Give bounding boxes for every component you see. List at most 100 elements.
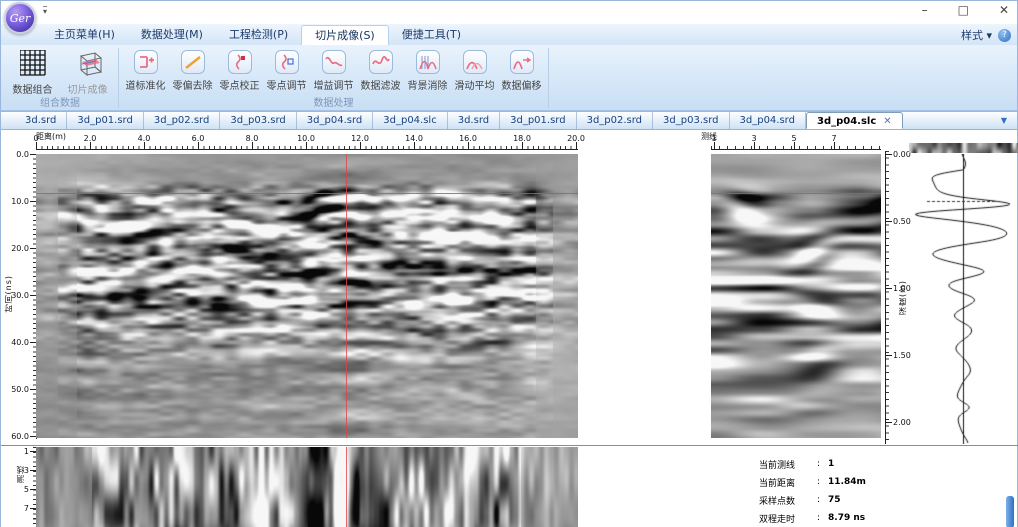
button-data-shift[interactable]: 数据偏移 <box>498 48 545 92</box>
cross-time-crosshair[interactable] <box>711 193 881 194</box>
file-tab-1[interactable]: 3d_p01.srd <box>67 112 144 129</box>
slice-cube-icon <box>73 48 103 78</box>
status-value: 8.79 ns <box>828 513 866 523</box>
title-bar: Ger ▾ – □ ✕ <box>1 1 1017 34</box>
background-remove-icon <box>415 50 440 74</box>
axis-major-tick <box>886 355 892 356</box>
axis-line <box>36 149 578 150</box>
time-slice-image[interactable] <box>36 447 578 527</box>
file-tab-active[interactable]: 3d_p04.slc ✕ <box>805 112 903 129</box>
button-label: 数据组合 <box>12 85 53 96</box>
ribbon-tab-4[interactable]: 便捷工具(T) <box>389 25 474 45</box>
axis-major-tick <box>90 142 91 149</box>
button-zero-point-correct[interactable]: 零点校正 <box>216 48 263 92</box>
ribbon-toolbar: 数据组合 切片成像 组合数据 道标准化 零偏去除 零点校正 零点调节 增益调节 数据滤波 背景消除… <box>1 45 1017 110</box>
status-colon: : <box>817 495 821 505</box>
button-zero-drift-remove[interactable]: 零偏去除 <box>169 48 216 92</box>
status-label: 双程走时 <box>759 514 796 525</box>
button-label: 道标准化 <box>125 81 166 92</box>
axis-tick-label: 5 <box>23 485 29 494</box>
ribbon-tab-1[interactable]: 数据处理(M) <box>128 25 216 45</box>
zero-drift-remove-icon <box>180 50 205 74</box>
ribbon-tab-3[interactable]: 切片成像(S) <box>301 25 389 45</box>
button-moving-average[interactable]: 滑动平均 <box>451 48 498 92</box>
main-bscan-image[interactable] <box>36 154 578 438</box>
button-label: 增益调节 <box>313 81 354 92</box>
axis-major-tick <box>522 142 523 149</box>
work-area: 距离(m) 0 2.0 4.0 6.0 8.0 10.0 12.0 14.0 16.0 18.0 2… <box>1 130 1018 527</box>
group-separator <box>548 48 549 108</box>
axis-tick-label: 7 <box>23 504 29 513</box>
file-tab-7[interactable]: 3d_p01.srd <box>500 112 577 129</box>
axis-tick-label: 1 <box>23 447 29 456</box>
minimize-button[interactable]: – <box>922 3 928 17</box>
cross-xaxis: 1357 <box>711 130 881 150</box>
quick-access-arrow-icon[interactable]: ▾ <box>43 6 48 16</box>
button-data-grid[interactable]: 数据组合 <box>5 48 60 96</box>
main-yaxis-title: 时间(ns) <box>4 275 13 313</box>
axis-major-tick <box>576 142 577 149</box>
axis-line <box>885 151 886 444</box>
file-tab-3[interactable]: 3d_p03.srd <box>220 112 297 129</box>
file-tab-9[interactable]: 3d_p03.srd <box>653 112 730 129</box>
trace-grayscale-strip <box>909 143 1018 153</box>
button-background-remove[interactable]: 背景消除 <box>404 48 451 92</box>
axis-minor-ticks <box>886 151 889 444</box>
slice-yaxis: 1357 <box>2 447 37 527</box>
chevron-down-icon: ▾ <box>986 29 992 42</box>
axis-major-tick <box>36 142 37 149</box>
ribbon-tab-2[interactable]: 工程检测(P) <box>216 25 301 45</box>
status-value: 11.84m <box>828 477 866 487</box>
status-label: 采样点数 <box>759 496 796 507</box>
axis-line <box>711 149 881 150</box>
file-tab-10[interactable]: 3d_p04.srd <box>730 112 806 129</box>
restore-button[interactable]: □ <box>958 3 969 17</box>
button-label: 背景消除 <box>407 81 448 92</box>
status-row: 双程走时:8.79 ns <box>759 509 866 527</box>
cross-section-image[interactable] <box>711 154 881 438</box>
data-filter-icon <box>368 50 393 74</box>
gain-adjust-icon <box>321 50 346 74</box>
data-shift-icon <box>509 50 534 74</box>
file-tab-0[interactable]: 3d.srd <box>15 112 68 129</box>
status-label: 当前距离 <box>759 478 796 489</box>
main-time-crosshair[interactable] <box>36 193 578 194</box>
tab-overflow-arrow-icon[interactable]: ▼ <box>1001 116 1007 125</box>
close-button[interactable]: ✕ <box>999 3 1009 17</box>
button-gain-adjust[interactable]: 增益调节 <box>310 48 357 92</box>
axis-major-tick <box>754 142 755 149</box>
ribbon-group-1: 道标准化 零偏去除 零点校正 零点调节 增益调节 数据滤波 背景消除 滑动平均 数据偏移 数据处理 <box>120 46 547 110</box>
file-tab-6[interactable]: 3d.srd <box>448 112 501 129</box>
trace-waveform[interactable] <box>909 154 1018 444</box>
status-label: 当前测线 <box>759 460 796 471</box>
axis-major-tick <box>834 142 835 149</box>
app-logo[interactable]: Ger <box>4 2 36 34</box>
vertical-scrollbar-thumb[interactable] <box>1006 496 1014 527</box>
main-distance-crosshair[interactable] <box>346 154 347 438</box>
file-tab-8[interactable]: 3d_p02.srd <box>577 112 654 129</box>
file-tab-4[interactable]: 3d_p04.srd <box>297 112 374 129</box>
file-tab-2[interactable]: 3d_p02.srd <box>144 112 221 129</box>
status-row: 采样点数:75 <box>759 491 866 509</box>
button-label: 数据滤波 <box>360 81 401 92</box>
style-button[interactable]: 样式 ▾ <box>961 27 992 43</box>
help-icon[interactable]: ? <box>998 28 1011 42</box>
button-trace-normalize[interactable]: 道标准化 <box>122 48 169 92</box>
status-panel: 当前测线:1 当前距离:11.84m 采样点数:75 双程走时:8.79 ns <box>759 455 866 527</box>
status-colon: : <box>817 459 821 469</box>
axis-tick-label: 10.0 <box>11 197 29 206</box>
tab-close-icon[interactable]: ✕ <box>883 116 891 127</box>
button-slice-cube[interactable]: 切片成像 <box>60 48 115 96</box>
file-tab-5[interactable]: 3d_p04.slc <box>373 112 448 129</box>
button-label: 切片成像 <box>67 85 108 96</box>
ribbon-tab-0[interactable]: 主页菜单(H) <box>41 25 128 45</box>
button-label: 零偏去除 <box>172 81 213 92</box>
button-label: 零点调节 <box>266 81 307 92</box>
button-zero-point-adjust[interactable]: 零点调节 <box>263 48 310 92</box>
button-label: 零点校正 <box>219 81 260 92</box>
axis-major-tick <box>794 142 795 149</box>
axis-major-tick <box>886 422 892 423</box>
slice-distance-crosshair[interactable] <box>346 447 347 527</box>
app-window: Ger ▾ – □ ✕ 主页菜单(H) 数据处理(M) 工程检测(P) 切片成像(S)… <box>0 0 1018 527</box>
button-data-filter[interactable]: 数据滤波 <box>357 48 404 92</box>
